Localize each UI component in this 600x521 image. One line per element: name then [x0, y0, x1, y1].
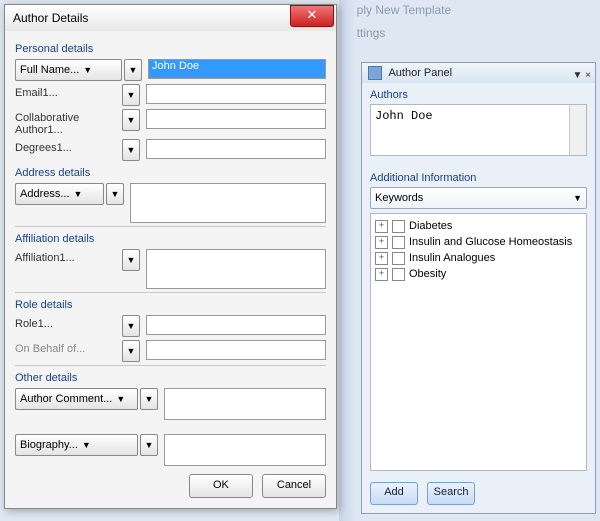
- collab-label: Collaborative Author1...: [15, 109, 120, 136]
- checkbox[interactable]: [392, 252, 405, 265]
- degrees-label: Degrees1...: [15, 139, 120, 154]
- author-panel: Author Panel ▼ × Authors John Doe Additi…: [361, 62, 596, 514]
- bio-dropdown[interactable]: Biography...▼: [15, 434, 138, 456]
- section-affil: Affiliation details: [15, 233, 326, 245]
- expand-icon[interactable]: +: [375, 236, 388, 249]
- affil-expand-button[interactable]: ▼: [122, 249, 140, 271]
- tree-item[interactable]: +Insulin and Glucose Homeostasis: [375, 234, 582, 250]
- close-button[interactable]: ✕: [290, 5, 334, 27]
- section-personal: Personal details: [15, 43, 326, 55]
- search-button[interactable]: Search: [427, 482, 475, 505]
- cancel-button[interactable]: Cancel: [262, 474, 326, 498]
- collab-expand-button[interactable]: ▼: [122, 109, 140, 131]
- tree-item[interactable]: +Insulin Analogues: [375, 250, 582, 266]
- behalf-label: On Behalf of...: [15, 340, 120, 355]
- tree-item[interactable]: +Diabetes: [375, 218, 582, 234]
- panel-header: Author Panel ▼ ×: [362, 63, 595, 83]
- fullname-input[interactable]: John Doe: [148, 59, 326, 79]
- ok-button[interactable]: OK: [189, 474, 253, 498]
- expand-icon[interactable]: +: [375, 220, 388, 233]
- comments-textarea[interactable]: [164, 388, 326, 420]
- checkbox[interactable]: [392, 236, 405, 249]
- dialog-body: Personal details Full Name...▼ ▼ John Do…: [5, 31, 336, 508]
- behalf-input[interactable]: [146, 340, 326, 360]
- checkbox[interactable]: [392, 268, 405, 281]
- authors-section-label: Authors: [370, 89, 587, 101]
- comments-expand-button[interactable]: ▼: [140, 388, 158, 410]
- bio-textarea[interactable]: [164, 434, 326, 466]
- degrees-input[interactable]: [146, 139, 326, 159]
- vertical-divider: [339, 0, 357, 521]
- section-role: Role details: [15, 299, 326, 311]
- add-button[interactable]: Add: [370, 482, 418, 505]
- bg-template-text: pply New Template: [350, 3, 451, 17]
- behalf-expand-button[interactable]: ▼: [122, 340, 140, 362]
- panel-icon: [368, 66, 382, 80]
- address-dropdown[interactable]: Address...▼: [15, 183, 104, 205]
- author-details-dialog: Author Details ✕ Personal details Full N…: [4, 4, 337, 509]
- email-label: Email1...: [15, 84, 120, 99]
- address-textarea[interactable]: [130, 183, 326, 223]
- degrees-expand-button[interactable]: ▼: [122, 139, 140, 161]
- expand-icon[interactable]: +: [375, 252, 388, 265]
- affil-label: Affiliation1...: [15, 249, 120, 264]
- dialog-title: Author Details: [13, 11, 88, 25]
- fullname-expand-button[interactable]: ▼: [124, 59, 142, 81]
- role-label: Role1...: [15, 315, 120, 330]
- authors-value: John Doe: [375, 109, 433, 123]
- chevron-down-icon: ▼: [573, 193, 582, 203]
- email-input[interactable]: [146, 84, 326, 104]
- section-address: Address details: [15, 167, 326, 179]
- role-expand-button[interactable]: ▼: [122, 315, 140, 337]
- section-other: Other details: [15, 372, 326, 384]
- expand-icon[interactable]: +: [375, 268, 388, 281]
- affil-textarea[interactable]: [146, 249, 326, 289]
- panel-controls[interactable]: ▼ ×: [572, 66, 591, 86]
- tree-item[interactable]: +Obesity: [375, 266, 582, 282]
- collab-input[interactable]: [146, 109, 326, 129]
- comments-dropdown[interactable]: Author Comment...▼: [15, 388, 138, 410]
- email-expand-button[interactable]: ▼: [122, 84, 140, 106]
- additional-info-label: Additional Information: [370, 172, 587, 184]
- panel-title: Author Panel: [388, 67, 452, 79]
- authors-list[interactable]: John Doe: [370, 104, 587, 156]
- keywords-combo[interactable]: Keywords ▼: [370, 187, 587, 209]
- role-input[interactable]: [146, 315, 326, 335]
- bio-expand-button[interactable]: ▼: [140, 434, 158, 456]
- address-expand-button[interactable]: ▼: [106, 183, 124, 205]
- dialog-titlebar: Author Details ✕: [5, 5, 336, 31]
- checkbox[interactable]: [392, 220, 405, 233]
- fullname-dropdown[interactable]: Full Name...▼: [15, 59, 122, 81]
- authors-scrollbar[interactable]: [569, 105, 586, 155]
- keywords-tree: +Diabetes +Insulin and Glucose Homeostas…: [370, 213, 587, 471]
- keywords-label: Keywords: [375, 192, 423, 204]
